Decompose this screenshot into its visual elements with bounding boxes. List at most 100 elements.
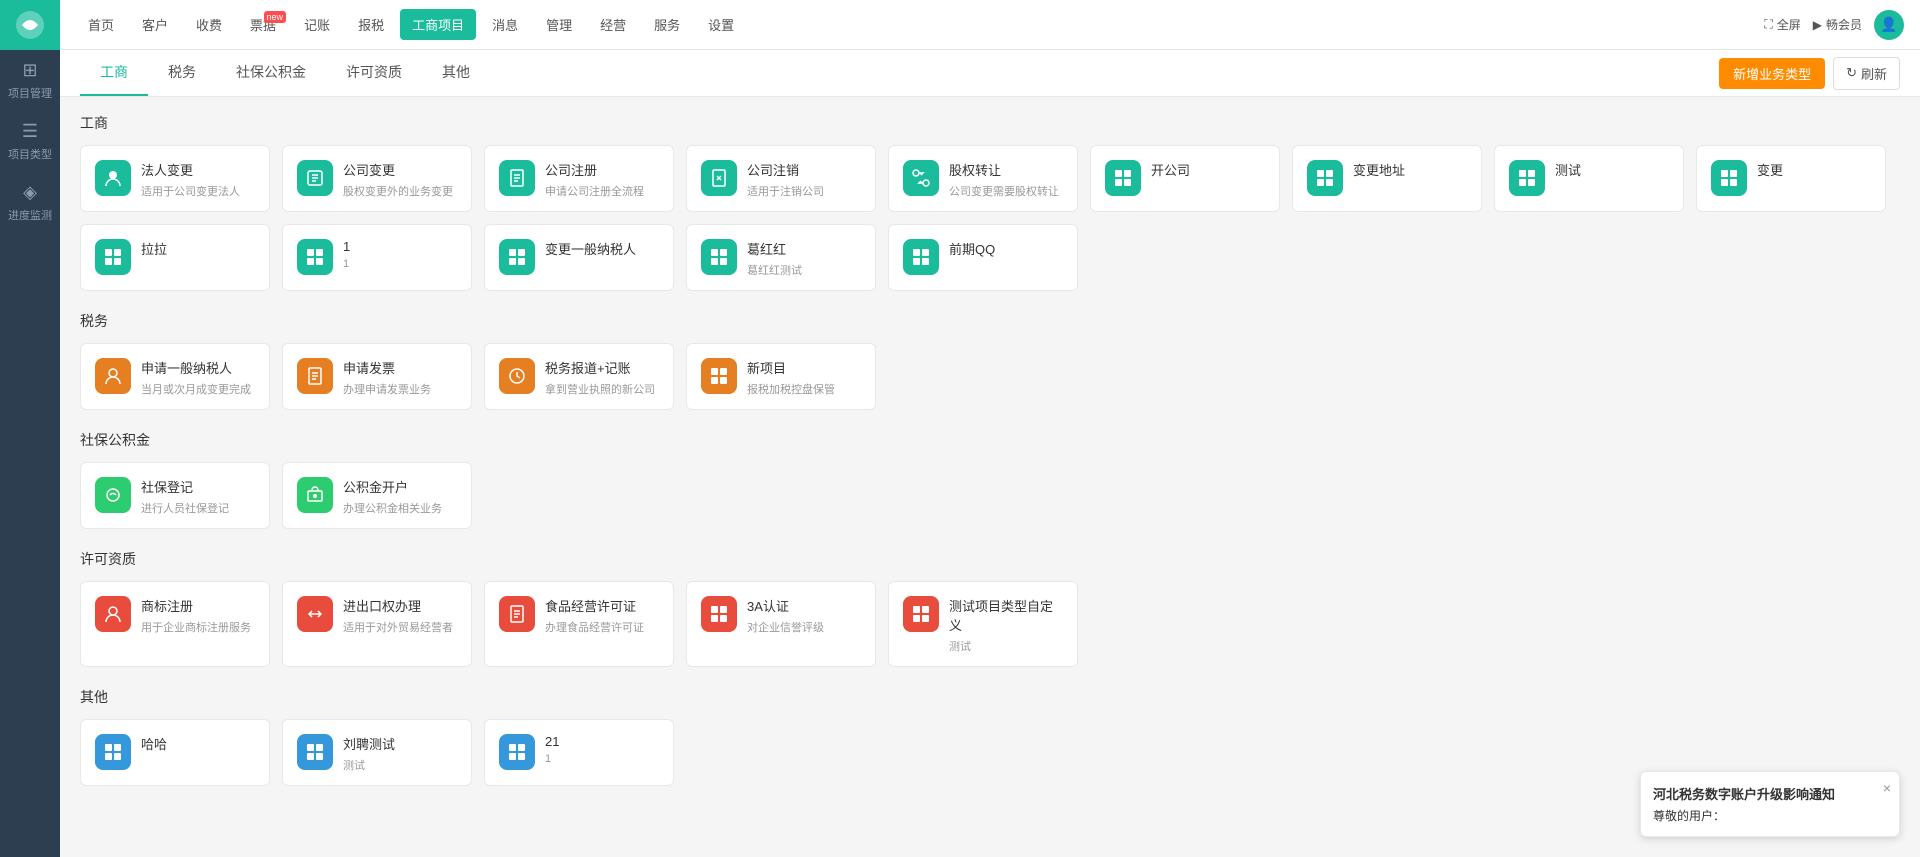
card-icon-tax-report-account: [499, 358, 535, 394]
new-business-type-button[interactable]: 新增业务类型: [1719, 58, 1825, 89]
nav-account[interactable]: 记账: [292, 9, 342, 40]
tab-social[interactable]: 社保公积金: [216, 50, 326, 96]
nav-service[interactable]: 服务: [642, 9, 692, 40]
card-liupengtest[interactable]: 刘聘测试 测试: [282, 719, 472, 786]
nav-customer[interactable]: 客户: [130, 9, 180, 40]
card-apply-invoice[interactable]: 申请发票 办理申请发票业务: [282, 343, 472, 410]
card-name-import-export: 进出口权办理: [343, 596, 457, 615]
card-apply-taxpayer[interactable]: 申请一般纳税人 当月或次月成变更完成: [80, 343, 270, 410]
topnav: 首页 客户 收费 票据 new 记账 报税 工商项目 消息 管理 经营 服务 设…: [60, 0, 1920, 50]
card-desc-apply-taxpayer: 当月或次月成变更完成: [141, 381, 255, 397]
sub-tabs-bar: 工商 税务 社保公积金 许可资质 其他 新增业务类型 ↻ 刷新: [60, 50, 1920, 97]
cards-grid-other: 哈哈 刘聘测试 测试 21 1: [80, 719, 1900, 786]
card-qq[interactable]: 前期QQ: [888, 224, 1078, 291]
card-icon-food-license: [499, 596, 535, 632]
section-title-other: 其他: [80, 687, 1900, 707]
card-test-type[interactable]: 测试项目类型自定义 测试: [888, 581, 1078, 667]
card-info-liupengtest: 刘聘测试 测试: [343, 734, 457, 773]
card-info-tax-report-account: 税务报道+记账 拿到营业执照的新公司: [545, 358, 659, 397]
tab-license[interactable]: 许可资质: [326, 50, 422, 96]
card-name-test: 测试: [1555, 160, 1669, 179]
card-social-register[interactable]: 社保登记 进行人员社保登记: [80, 462, 270, 529]
card-icon-fund-open: [297, 477, 333, 513]
section-social: 社保公积金 社保登记 进行人员社保登记 公积金开户 办理公积金相关业务: [80, 430, 1900, 529]
card-company-cancel[interactable]: 公司注销 适用于注销公司: [686, 145, 876, 212]
card-info-company-register: 公司注册 申请公司注册全流程: [545, 160, 659, 199]
fullscreen-button[interactable]: ⛶ 全屏: [1764, 16, 1800, 33]
card-change-address[interactable]: 变更地址: [1292, 145, 1482, 212]
card-info-haha: 哈哈: [141, 734, 255, 757]
main-area: 首页 客户 收费 票据 new 记账 报税 工商项目 消息 管理 经营 服务 设…: [60, 0, 1920, 857]
toolbar: 新增业务类型 ↻ 刷新: [1719, 57, 1900, 90]
logo[interactable]: [0, 0, 60, 50]
notification-popup: × 河北税务数字账户升级影响通知 尊敬的用户：: [1640, 771, 1900, 837]
card-new-project[interactable]: 新项目 报税加税控盘保管: [686, 343, 876, 410]
card-num21[interactable]: 21 1: [484, 719, 674, 786]
sidebar-item-project-manage[interactable]: ⊞ 项目管理: [0, 50, 60, 111]
tab-other[interactable]: 其他: [422, 50, 490, 96]
card-test[interactable]: 测试: [1494, 145, 1684, 212]
nav-billing[interactable]: 收费: [184, 9, 234, 40]
card-desc-liupengtest: 测试: [343, 757, 457, 773]
card-tax-report-account[interactable]: 税务报道+记账 拿到营业执照的新公司: [484, 343, 674, 410]
card-change[interactable]: 变更: [1696, 145, 1886, 212]
card-trademark[interactable]: 商标注册 用于企业商标注册服务: [80, 581, 270, 667]
card-icon-test-type: [903, 596, 939, 632]
nav-home[interactable]: 首页: [76, 9, 126, 40]
card-company-register[interactable]: 公司注册 申请公司注册全流程: [484, 145, 674, 212]
card-icon-haha: [95, 734, 131, 770]
section-industrial: 工商 法人变更 适用于公司变更法人 公司变更 股权变更外的业务变更: [80, 113, 1900, 291]
card-open-company[interactable]: 开公司: [1090, 145, 1280, 212]
refresh-button[interactable]: ↻ 刷新: [1833, 57, 1900, 90]
card-icon-company-cancel: [701, 160, 737, 196]
card-food-license[interactable]: 食品经营许可证 办理食品经营许可证: [484, 581, 674, 667]
nav-tax[interactable]: 报税: [346, 9, 396, 40]
card-name-haha: 哈哈: [141, 734, 255, 753]
card-icon-open-company: [1105, 160, 1141, 196]
card-icon-qq: [903, 239, 939, 275]
card-icon-trademark: [95, 596, 131, 632]
card-icon-new-project: [701, 358, 737, 394]
card-desc-fund-open: 办理公积金相关业务: [343, 500, 457, 516]
sidebar-item-project-type[interactable]: ☰ 项目类型: [0, 111, 60, 172]
card-info-change-address: 变更地址: [1353, 160, 1467, 183]
member-button[interactable]: ▶ 畅会员: [1813, 16, 1862, 33]
card-mahonghong[interactable]: 葛红红 葛红红测试: [686, 224, 876, 291]
card-info-trademark: 商标注册 用于企业商标注册服务: [141, 596, 255, 635]
nav-manage[interactable]: 管理: [534, 9, 584, 40]
card-info-legal-change: 法人变更 适用于公司变更法人: [141, 160, 255, 199]
card-fund-open[interactable]: 公积金开户 办理公积金相关业务: [282, 462, 472, 529]
nav-operation[interactable]: 经营: [588, 9, 638, 40]
avatar[interactable]: 👤: [1874, 10, 1904, 40]
sidebar-item-progress-monitor[interactable]: ◈ 进度监测: [0, 172, 60, 233]
notification-close[interactable]: ×: [1883, 780, 1891, 796]
nav-message[interactable]: 消息: [480, 9, 530, 40]
tab-industrial[interactable]: 工商: [80, 50, 148, 96]
card-equity-transfer[interactable]: 股权转让 公司变更需要股权转让: [888, 145, 1078, 212]
card-info-company-change: 公司变更 股权变更外的业务变更: [343, 160, 457, 199]
card-change-taxpayer[interactable]: 变更一般纳税人: [484, 224, 674, 291]
project-type-icon: ☰: [22, 121, 38, 142]
card-3a-cert[interactable]: 3A认证 对企业信誉评级: [686, 581, 876, 667]
refresh-icon: ↻: [1846, 65, 1857, 81]
card-import-export[interactable]: 进出口权办理 适用于对外贸易经营者: [282, 581, 472, 667]
card-num1[interactable]: 1 1: [282, 224, 472, 291]
nav-invoice[interactable]: 票据 new: [238, 9, 288, 40]
tab-tax[interactable]: 税务: [148, 50, 216, 96]
cards-grid-industrial: 法人变更 适用于公司变更法人 公司变更 股权变更外的业务变更 公司注册 申请公司…: [80, 145, 1900, 291]
card-haha[interactable]: 哈哈: [80, 719, 270, 786]
card-desc-legal-change: 适用于公司变更法人: [141, 183, 255, 199]
card-info-test: 测试: [1555, 160, 1669, 183]
card-info-test-type: 测试项目类型自定义 测试: [949, 596, 1063, 654]
card-company-change[interactable]: 公司变更 股权变更外的业务变更: [282, 145, 472, 212]
card-info-change-taxpayer: 变更一般纳税人: [545, 239, 659, 262]
card-lala[interactable]: 拉拉: [80, 224, 270, 291]
nav-settings[interactable]: 设置: [696, 9, 746, 40]
card-info-mahonghong: 葛红红 葛红红测试: [747, 239, 861, 278]
card-icon-change-address: [1307, 160, 1343, 196]
card-info-3a-cert: 3A认证 对企业信誉评级: [747, 596, 861, 635]
card-icon-import-export: [297, 596, 333, 632]
progress-monitor-icon: ◈: [23, 182, 37, 203]
nav-industrial[interactable]: 工商项目: [400, 9, 476, 40]
card-legal-change[interactable]: 法人变更 适用于公司变更法人: [80, 145, 270, 212]
